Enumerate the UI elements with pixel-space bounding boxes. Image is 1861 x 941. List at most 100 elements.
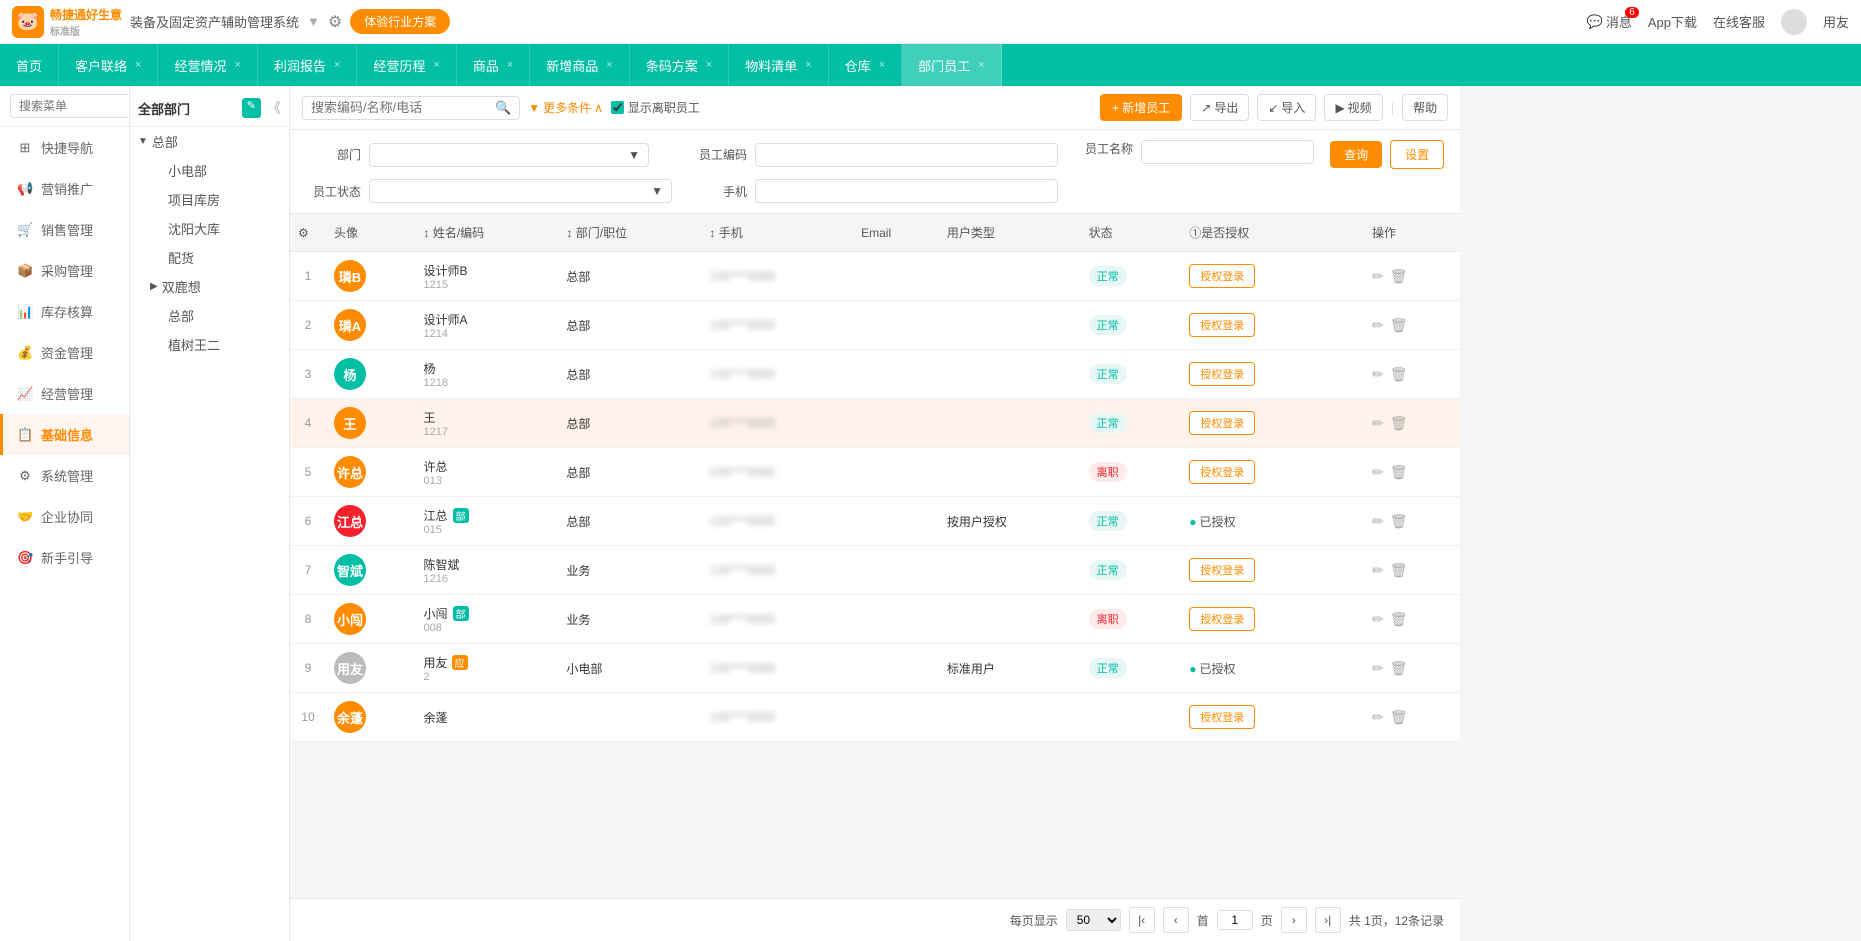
sidebar-item-guide[interactable]: 🎯新手引导	[0, 537, 129, 578]
page-size-select[interactable]: 50 100 200	[1066, 909, 1121, 931]
nav-tab-新增商品[interactable]: 新增商品×	[530, 44, 629, 86]
close-tab-icon[interactable]: ×	[433, 59, 439, 71]
system-title-dropdown-icon[interactable]: ▼	[307, 14, 320, 29]
sidebar-item-purchase[interactable]: 📦采购管理	[0, 250, 129, 291]
dept-node-7[interactable]: 植树王二	[130, 330, 289, 359]
nav-tab-仓库[interactable]: 仓库×	[829, 44, 902, 86]
show-resigned-checkbox[interactable]	[611, 101, 624, 114]
dept-node-2[interactable]: 项目库房	[130, 185, 289, 214]
close-tab-icon[interactable]: ×	[234, 59, 240, 71]
edit-icon[interactable]: ✏	[1372, 513, 1384, 530]
nav-tab-利润报告[interactable]: 利润报告×	[258, 44, 357, 86]
delete-icon[interactable]: 🗑	[1390, 611, 1408, 628]
online-service-link[interactable]: 在线客服	[1713, 12, 1765, 31]
nav-tab-客户联络[interactable]: 客户联络×	[59, 44, 158, 86]
nav-tab-物料清单[interactable]: 物料清单×	[729, 44, 828, 86]
query-button[interactable]: 查询	[1330, 141, 1382, 168]
search-menu-input[interactable]	[10, 94, 130, 118]
more-filter-btn[interactable]: ▼ 更多条件 ∧	[528, 99, 603, 116]
dept-node-3[interactable]: 沈阳大库	[130, 214, 289, 243]
delete-icon[interactable]: 🗑	[1390, 415, 1408, 432]
close-tab-icon[interactable]: ×	[805, 59, 811, 71]
auth-login-btn[interactable]: 授权登录	[1189, 411, 1255, 435]
edit-icon[interactable]: ✏	[1372, 660, 1384, 677]
dept-node-6[interactable]: 总部	[130, 301, 289, 330]
last-page-btn[interactable]: ›|	[1315, 907, 1341, 933]
edit-icon[interactable]: ✏	[1372, 366, 1384, 383]
sidebar-item-marketing[interactable]: 📢营销推广	[0, 168, 129, 209]
close-tab-icon[interactable]: ×	[135, 59, 141, 71]
close-tab-icon[interactable]: ×	[706, 59, 712, 71]
delete-icon[interactable]: 🗑	[1390, 366, 1408, 383]
col-name[interactable]: ↕ 姓名/编码	[415, 214, 558, 252]
page-input[interactable]	[1217, 910, 1253, 930]
prev-page-btn[interactable]: ‹	[1163, 907, 1189, 933]
help-button[interactable]: 帮助	[1402, 94, 1448, 121]
sidebar-item-inventory[interactable]: 📊库存核算	[0, 291, 129, 332]
auth-login-btn[interactable]: 授权登录	[1189, 558, 1255, 582]
delete-icon[interactable]: 🗑	[1390, 660, 1408, 677]
delete-icon[interactable]: 🗑	[1390, 562, 1408, 579]
sidebar-item-finance[interactable]: 💰资金管理	[0, 332, 129, 373]
delete-icon[interactable]: 🗑	[1390, 709, 1408, 726]
edit-icon[interactable]: ✏	[1372, 268, 1384, 285]
sidebar-item-quick-nav[interactable]: ⊞快捷导航	[0, 127, 129, 168]
avatar[interactable]	[1781, 9, 1807, 35]
auth-login-btn[interactable]: 授权登录	[1189, 264, 1255, 288]
search-input[interactable]	[311, 100, 491, 115]
dept-filter-select[interactable]: ▼	[369, 143, 649, 167]
dept-node-5[interactable]: ▶双鹿想	[130, 272, 289, 301]
export-button[interactable]: ↗ 导出	[1190, 94, 1249, 121]
sidebar-item-operations[interactable]: 📈经营管理	[0, 373, 129, 414]
close-tab-icon[interactable]: ×	[606, 59, 612, 71]
view-button[interactable]: ▶ 视频	[1324, 94, 1382, 121]
nav-tab-经营情况[interactable]: 经营情况×	[158, 44, 257, 86]
nav-tab-商品[interactable]: 商品×	[457, 44, 530, 86]
emp-name-input[interactable]	[1141, 140, 1314, 164]
close-tab-icon[interactable]: ×	[978, 59, 984, 71]
nav-tab-部门员工[interactable]: 部门员工×	[902, 44, 1001, 86]
edit-icon[interactable]: ✏	[1372, 709, 1384, 726]
emp-status-select[interactable]: ▼	[369, 179, 672, 203]
first-page-btn[interactable]: |‹	[1129, 907, 1155, 933]
edit-icon[interactable]: ✏	[1372, 562, 1384, 579]
nav-tab-条码方案[interactable]: 条码方案×	[630, 44, 729, 86]
dept-edit-icon[interactable]: ✎	[242, 98, 261, 118]
close-tab-icon[interactable]: ×	[334, 59, 340, 71]
app-download-link[interactable]: App下载	[1648, 12, 1697, 31]
sidebar-item-system[interactable]: ⚙系统管理	[0, 455, 129, 496]
dept-collapse-icon[interactable]: 《	[267, 98, 281, 118]
dept-node-0[interactable]: ▼总部	[130, 127, 289, 156]
next-page-btn[interactable]: ›	[1281, 907, 1307, 933]
auth-login-btn[interactable]: 授权登录	[1189, 607, 1255, 631]
col-dept[interactable]: ↕ 部门/职位	[558, 214, 701, 252]
search-icon[interactable]: 🔍	[495, 100, 511, 116]
emp-code-input[interactable]	[755, 143, 1058, 167]
edit-icon[interactable]: ✏	[1372, 611, 1384, 628]
auth-login-btn[interactable]: 授权登录	[1189, 460, 1255, 484]
delete-icon[interactable]: 🗑	[1390, 513, 1408, 530]
auth-login-btn[interactable]: 授权登录	[1189, 705, 1255, 729]
edit-icon[interactable]: ✏	[1372, 317, 1384, 334]
close-tab-icon[interactable]: ×	[507, 59, 513, 71]
sidebar-item-sales[interactable]: 🛒销售管理	[0, 209, 129, 250]
delete-icon[interactable]: 🗑	[1390, 464, 1408, 481]
delete-icon[interactable]: 🗑	[1390, 268, 1408, 285]
nav-tab-经营历程[interactable]: 经营历程×	[357, 44, 456, 86]
set-button[interactable]: 设置	[1390, 140, 1444, 169]
trial-button[interactable]: 体验行业方案	[350, 9, 450, 34]
auth-login-btn[interactable]: 授权登录	[1189, 362, 1255, 386]
edit-icon[interactable]: ✏	[1372, 415, 1384, 432]
col-settings[interactable]: ⚙	[290, 214, 326, 252]
import-button[interactable]: ↙ 导入	[1257, 94, 1316, 121]
message-icon[interactable]: 💬 消息 6	[1587, 12, 1632, 31]
col-phone[interactable]: ↕ 手机	[701, 214, 853, 252]
phone-input[interactable]	[755, 179, 1058, 203]
add-employee-button[interactable]: + 新增员工	[1100, 94, 1182, 121]
settings-icon[interactable]: ⚙	[328, 12, 342, 32]
dept-node-4[interactable]: 配货	[130, 243, 289, 272]
close-tab-icon[interactable]: ×	[879, 59, 885, 71]
dept-node-1[interactable]: 小电部	[130, 156, 289, 185]
auth-login-btn[interactable]: 授权登录	[1189, 313, 1255, 337]
nav-tab-首页[interactable]: 首页	[0, 44, 59, 86]
